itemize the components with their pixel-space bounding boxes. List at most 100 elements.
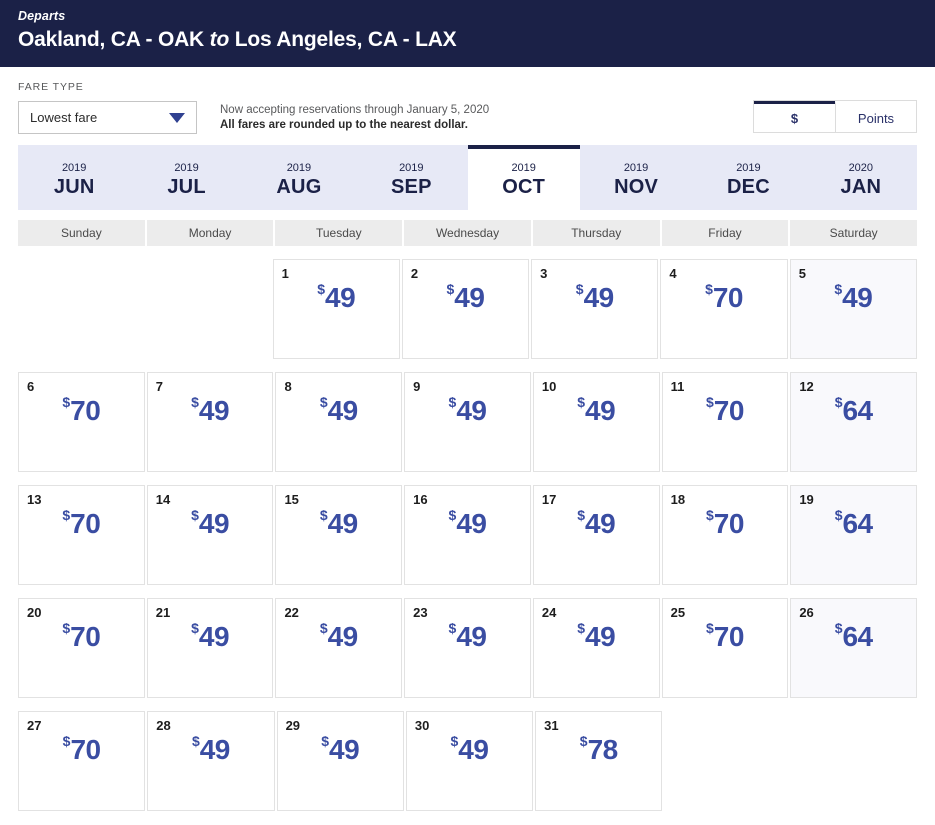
weekday-header-thursday: Thursday (533, 220, 660, 246)
calendar-fare: $49 (148, 621, 273, 651)
month-tab-jul[interactable]: 2019JUL (130, 145, 242, 210)
calendar-day-cell[interactable]: 16$49 (404, 485, 531, 585)
fare-amount: 49 (456, 395, 486, 426)
calendar-day-cell[interactable]: 22$49 (275, 598, 402, 698)
fare-amount: 49 (329, 734, 359, 765)
calendar-day-number: 6 (27, 379, 34, 394)
route-header: Departs Oakland, CA - OAK to Los Angeles… (0, 0, 935, 67)
calendar-day-number: 22 (284, 605, 298, 620)
calendar-day-number: 29 (286, 718, 300, 733)
currency-symbol: $ (705, 281, 713, 297)
calendar-day-cell[interactable]: 2$49 (402, 259, 529, 359)
month-tab-sep[interactable]: 2019SEP (355, 145, 467, 210)
calendar-day-cell[interactable]: 5$49 (790, 259, 917, 359)
fare-amount: 49 (199, 621, 229, 652)
calendar-week-row: 1$492$493$494$705$49 (18, 259, 917, 359)
currency-symbol: $ (317, 281, 325, 297)
calendar-day-cell[interactable]: 31$78 (535, 711, 662, 811)
currency-toggle-dollars[interactable]: $ (754, 101, 835, 132)
calendar-day-cell[interactable]: 4$70 (660, 259, 787, 359)
calendar-day-cell[interactable]: 19$64 (790, 485, 917, 585)
calendar-day-cell[interactable]: 10$49 (533, 372, 660, 472)
calendar-fare: $49 (148, 395, 273, 425)
month-tab-oct[interactable]: 2019OCT (468, 145, 580, 210)
calendar-day-number: 2 (411, 266, 418, 281)
month-tab-year: 2019 (511, 161, 535, 175)
fare-amount: 70 (713, 282, 743, 313)
calendar-day-cell[interactable]: 1$49 (273, 259, 400, 359)
calendar-day-cell[interactable]: 6$70 (18, 372, 145, 472)
calendar-fare: $49 (405, 395, 530, 425)
calendar-day-cell[interactable]: 3$49 (531, 259, 658, 359)
fare-amount: 49 (585, 621, 615, 652)
calendar-fare: $49 (532, 282, 657, 312)
calendar-day-cell[interactable]: 21$49 (147, 598, 274, 698)
calendar-day-cell[interactable]: 29 $49 (277, 711, 404, 811)
month-tab-month: AUG (276, 175, 321, 199)
calendar-day-cell[interactable]: 9$49 (404, 372, 531, 472)
fare-amount: 49 (585, 395, 615, 426)
fare-amount: 49 (456, 508, 486, 539)
weekday-header-tuesday: Tuesday (275, 220, 402, 246)
calendar-day-cell[interactable]: 30$49 (406, 711, 533, 811)
calendar-week-row: 13$7014$4915$4916$4917$4918$7019$64 (18, 485, 917, 585)
calendar-fare: $70 (19, 621, 144, 651)
currency-toggle-points[interactable]: Points (835, 101, 916, 132)
calendar-day-cell[interactable]: 11$70 (662, 372, 789, 472)
currency-symbol: $ (321, 733, 329, 749)
calendar-fare: $64 (791, 395, 916, 425)
calendar-day-cell[interactable]: 26$64 (790, 598, 917, 698)
calendar-day-cell[interactable]: 15$49 (275, 485, 402, 585)
currency-symbol: $ (191, 507, 199, 523)
calendar-day-cell[interactable]: 28$49 (147, 711, 274, 811)
calendar-day-cell[interactable]: 14 $49 (147, 485, 274, 585)
calendar-day-number: 31 (544, 718, 558, 733)
month-tab-dec[interactable]: 2019DEC (692, 145, 804, 210)
month-tab-year: 2019 (287, 161, 311, 175)
month-tab-month: OCT (502, 175, 545, 199)
departs-label: Departs (18, 6, 935, 26)
fare-amount: 64 (842, 395, 872, 426)
fare-amount: 49 (200, 734, 230, 765)
calendar-day-cell[interactable]: 18$70 (662, 485, 789, 585)
month-tab-aug[interactable]: 2019AUG (243, 145, 355, 210)
fare-type-select[interactable]: Lowest fare (18, 101, 197, 134)
currency-symbol: $ (576, 281, 584, 297)
calendar-day-number: 30 (415, 718, 429, 733)
calendar-day-cell[interactable]: 17$49 (533, 485, 660, 585)
calendar-fare: $70 (19, 508, 144, 538)
calendar-day-number: 16 (413, 492, 427, 507)
calendar-day-cell[interactable]: 20$70 (18, 598, 145, 698)
month-tab-jun[interactable]: 2019JUN (18, 145, 130, 210)
calendar-fare: $49 (276, 621, 401, 651)
fare-amount: 49 (199, 508, 229, 539)
calendar-week-row: 6$707$498$499$4910$4911$7012$64 (18, 372, 917, 472)
calendar-day-number: 5 (799, 266, 806, 281)
month-tab-month: JUL (167, 175, 205, 199)
month-tab-jan[interactable]: 2020JAN (805, 145, 917, 210)
calendar-fare: $49 (276, 395, 401, 425)
calendar-day-cell[interactable]: 25$70 (662, 598, 789, 698)
notice-line-1: Now accepting reservations through Janua… (220, 103, 489, 118)
calendar-day-number: 10 (542, 379, 556, 394)
calendar-day-cell[interactable]: 7$49 (147, 372, 274, 472)
calendar-day-number: 15 (284, 492, 298, 507)
calendar-day-cell[interactable]: 13$70 (18, 485, 145, 585)
origin-airport: Oakland, CA - OAK (18, 28, 204, 51)
calendar-day-cell[interactable]: 23$49 (404, 598, 531, 698)
calendar-day-number: 14 (156, 492, 170, 507)
calendar-day-cell[interactable]: 12$64 (790, 372, 917, 472)
calendar-day-cell[interactable]: 24$49 (533, 598, 660, 698)
month-tabs: 2019JUN2019JUL2019AUG2019SEP2019OCT2019N… (18, 145, 917, 210)
notice-line-2: All fares are rounded up to the nearest … (220, 118, 489, 133)
calendar-fare: $49 (148, 734, 273, 764)
currency-symbol: $ (706, 620, 714, 636)
calendar-day-cell[interactable]: 27$70 (18, 711, 145, 811)
month-tab-month: DEC (727, 175, 770, 199)
fare-amount: 64 (842, 508, 872, 539)
calendar-day-cell[interactable]: 8$49 (275, 372, 402, 472)
fare-amount: 49 (328, 508, 358, 539)
fare-amount: 49 (199, 395, 229, 426)
month-tab-nov[interactable]: 2019NOV (580, 145, 692, 210)
month-tab-year: 2019 (174, 161, 198, 175)
